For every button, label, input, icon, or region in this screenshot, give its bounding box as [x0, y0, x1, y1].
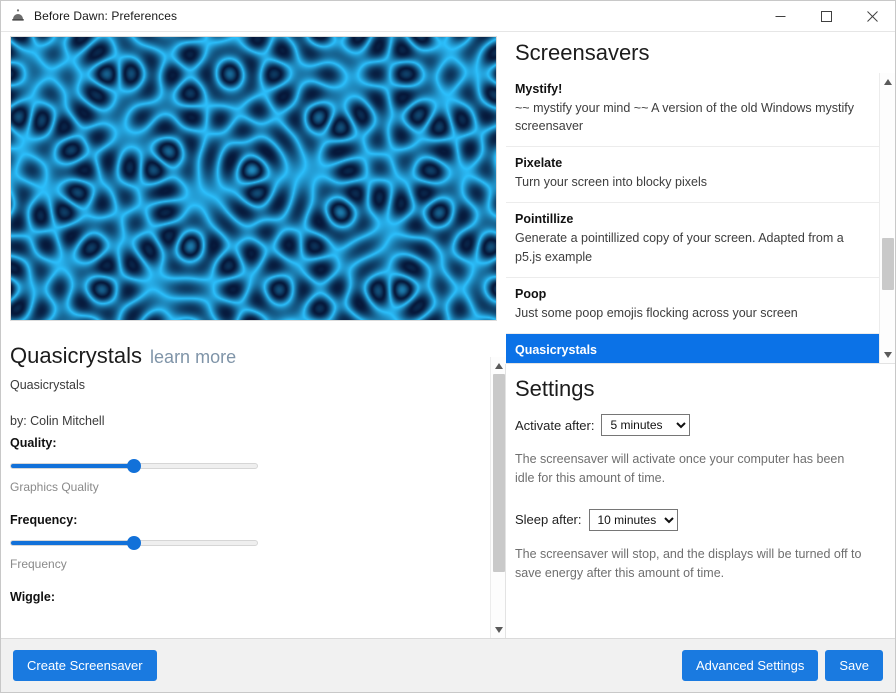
screensaver-list-item[interactable]: Mystify! ~~ mystify your mind ~~ A versio…: [506, 73, 879, 148]
left-column: Quasicrystals learn more Quasicrystals b…: [1, 32, 506, 638]
app-dome-icon: [12, 9, 24, 21]
footer-actions: Advanced Settings Save: [681, 650, 883, 681]
activate-after-select[interactable]: 1 minute5 minutes10 minutes15 minutes30 …: [601, 414, 691, 436]
screensaver-name: Pixelate: [515, 156, 563, 171]
right-column: Screensavers Mystify! ~~ mystify your min…: [505, 32, 895, 638]
detail-title-row: Quasicrystals learn more: [10, 343, 492, 369]
screensaver-list-item[interactable]: Pixelate Turn your screen into blocky pix…: [506, 147, 879, 204]
settings-panel: Settings Activate after: 1 minute5 minut…: [505, 364, 895, 638]
preferences-window: Before Dawn: Preferences Quasicrystals l…: [0, 0, 896, 693]
quality-label: Quality:: [10, 436, 57, 450]
list-scrollbar[interactable]: [879, 73, 895, 363]
title-bar: Before Dawn: Preferences: [1, 1, 895, 32]
sleep-after-select[interactable]: 5 minutes10 minutes15 minutes30 minutes1…: [588, 508, 678, 531]
screensaver-name: Pointillize: [515, 212, 574, 227]
save-button[interactable]: Save: [825, 650, 883, 681]
frequency-label: Frequency:: [10, 513, 78, 527]
minimize-button[interactable]: [757, 1, 803, 32]
sleep-after-row: Sleep after: 5 minutes10 minutes15 minut…: [515, 508, 881, 531]
footer-bar: Create Screensaver Advanced Settings Sav…: [1, 638, 895, 692]
list-scroll-thumb[interactable]: [881, 238, 894, 290]
activate-after-help: The screensaver will activate once your …: [515, 452, 845, 486]
create-screensaver-button[interactable]: Create Screensaver: [13, 650, 157, 681]
screensaver-detail-panel: Quasicrystals learn more Quasicrystals b…: [1, 343, 506, 638]
screensaver-blurb: ~~ mystify your mind ~~ A version of the…: [515, 101, 855, 134]
screensaver-list-box: Mystify! ~~ mystify your mind ~~ A versio…: [506, 73, 895, 364]
advanced-settings-button[interactable]: Advanced Settings: [681, 650, 819, 681]
activate-after-label: Activate after:: [515, 417, 595, 433]
maximize-button[interactable]: [803, 1, 849, 32]
close-button[interactable]: [849, 1, 895, 32]
screensaver-blurb: Turn your screen into blocky pixels: [515, 175, 707, 190]
window-controls: [757, 1, 895, 32]
window-body: Quasicrystals learn more Quasicrystals b…: [1, 32, 895, 638]
preview-container: [1, 32, 506, 321]
screensaver-list-item[interactable]: Quasicrystals Quasicrystals: [506, 333, 879, 363]
window-title: Before Dawn: Preferences: [34, 9, 178, 23]
screensaver-blurb: Just some poop emojis flocking across yo…: [515, 305, 798, 320]
sleep-after-help: The screensaver will stop, and the displ…: [515, 546, 862, 581]
detail-description: Quasicrystals: [10, 378, 86, 392]
screensaver-name: Quasicrystals: [515, 342, 597, 357]
screensaver-preview[interactable]: [10, 36, 497, 321]
screensaver-list[interactable]: Mystify! ~~ mystify your mind ~~ A versio…: [506, 73, 879, 363]
detail-scroll-thumb[interactable]: [492, 374, 505, 572]
screensaver-list-item[interactable]: Pointillize Generate a pointillized copy …: [506, 203, 879, 278]
frequency-sublabel: Frequency: [10, 557, 67, 571]
quality-sublabel: Graphics Quality: [10, 480, 99, 494]
screensaver-name: Poop: [515, 286, 547, 301]
quasicrystal-canvas: [11, 37, 496, 320]
screensaver-blurb: Quasicrystals: [515, 360, 865, 363]
list-scroll-track[interactable]: [880, 90, 896, 346]
screensaver-blurb: Generate a pointillized copy of your scr…: [515, 231, 844, 264]
frequency-slider[interactable]: [10, 536, 258, 550]
learn-more-link[interactable]: learn more: [150, 347, 236, 368]
scroll-down-icon[interactable]: [880, 346, 896, 363]
activate-after-row: Activate after: 1 minute5 minutes10 minu…: [515, 414, 881, 436]
scroll-up-icon[interactable]: [880, 73, 896, 90]
detail-author: by: Colin Mitchell: [10, 414, 105, 428]
screensavers-heading: Screensavers: [515, 40, 650, 65]
screensaver-list-item[interactable]: Poop Just some poop emojis flocking acros…: [506, 278, 879, 334]
detail-scrollbar[interactable]: [490, 357, 506, 638]
wiggle-label: Wiggle:: [10, 590, 56, 604]
sleep-after-label: Sleep after:: [515, 512, 582, 528]
settings-heading: Settings: [515, 376, 595, 401]
screensaver-name: Mystify!: [515, 82, 563, 96]
quality-slider[interactable]: [10, 459, 258, 473]
detail-title: Quasicrystals: [10, 343, 143, 368]
